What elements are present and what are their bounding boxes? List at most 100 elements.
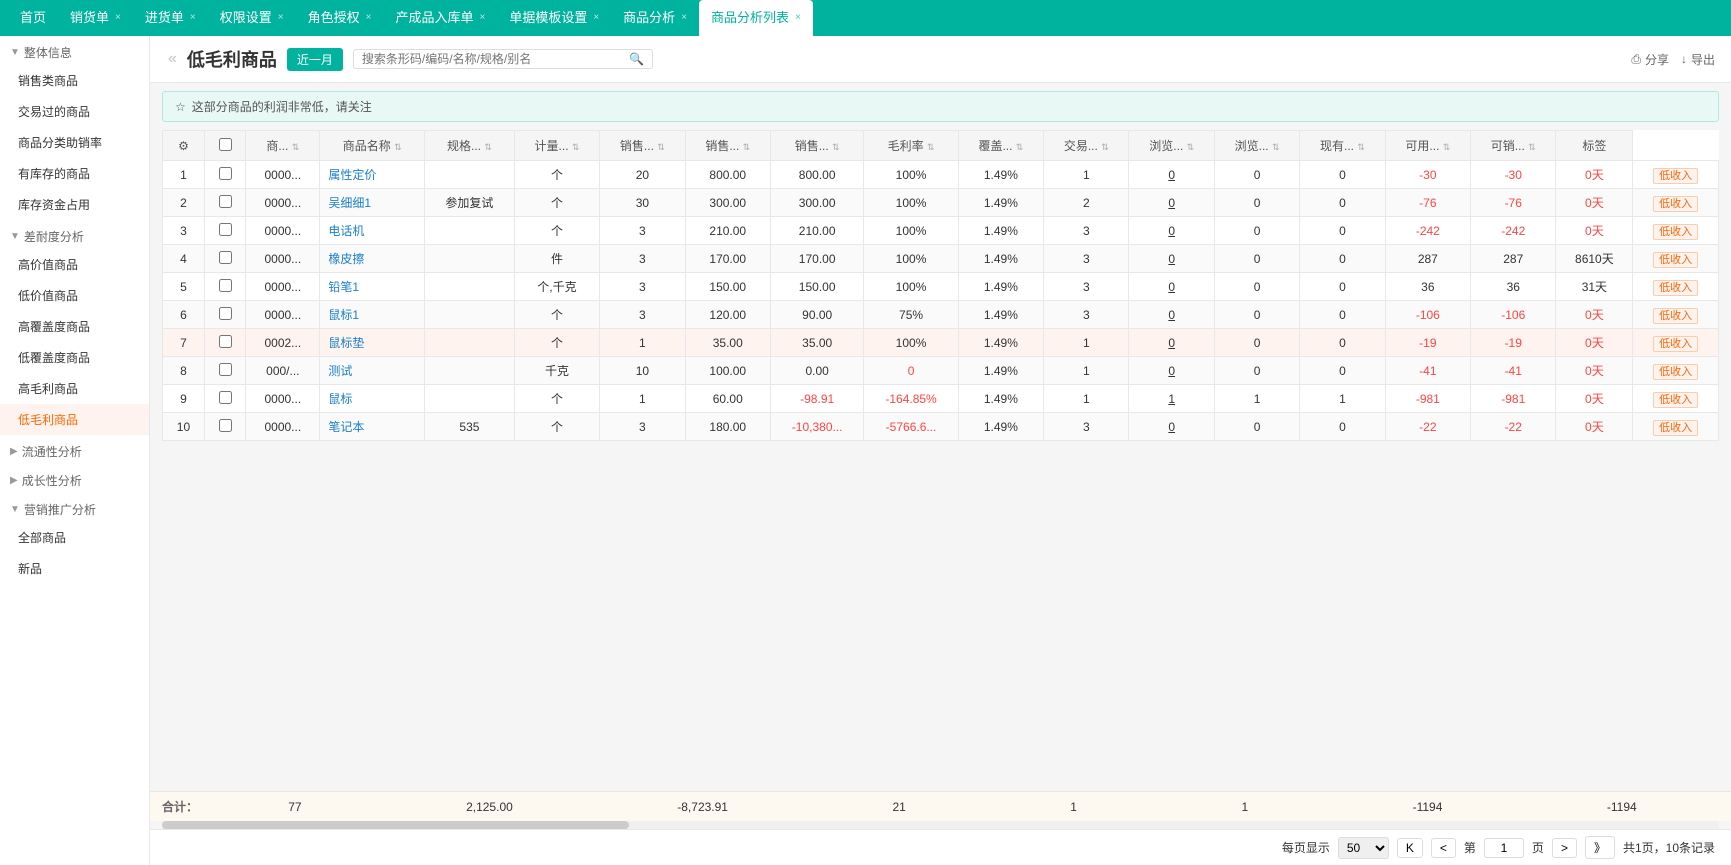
- first-page-btn[interactable]: K: [1397, 838, 1423, 858]
- sidebar-item-high-coverage[interactable]: 高覆盖度商品: [0, 311, 149, 342]
- sidebar-collapse-btn[interactable]: «: [168, 50, 177, 68]
- row-name[interactable]: 鼠标垫: [320, 329, 425, 357]
- next-page-btn[interactable]: >: [1552, 838, 1577, 858]
- current-page-input[interactable]: [1484, 838, 1524, 858]
- row-name[interactable]: 属性定价: [320, 161, 425, 189]
- main-layout: ▼ 整体信息 销售类商品 交易过的商品 商品分类助销率 有库存的商品 库存资金占…: [0, 36, 1731, 865]
- page-size-select[interactable]: 50 100 200: [1338, 837, 1389, 859]
- row-name[interactable]: 鼠标1: [320, 301, 425, 329]
- col-current-header[interactable]: 现有... ⇅: [1300, 131, 1385, 161]
- col-browse2-header[interactable]: 浏览... ⇅: [1214, 131, 1299, 161]
- collapse-elasticity-icon[interactable]: ▼: [10, 231, 20, 242]
- sidebar-item-high-value[interactable]: 高价值商品: [0, 249, 149, 280]
- sidebar-item-inventory-products[interactable]: 有库存的商品: [0, 158, 149, 189]
- row-coverage: 3: [1044, 301, 1129, 329]
- sidebar-item-category-rate[interactable]: 商品分类助销率: [0, 127, 149, 158]
- row-name[interactable]: 吴细细1: [320, 189, 425, 217]
- row-browse2: 0: [1300, 217, 1385, 245]
- footer-current: -1194: [1413, 800, 1443, 814]
- sidebar-item-all-products[interactable]: 全部商品: [0, 522, 149, 553]
- col-transaction-header[interactable]: 交易... ⇅: [1044, 131, 1129, 161]
- row-checkbox[interactable]: [204, 161, 245, 189]
- nav-close-product-entry[interactable]: ×: [479, 0, 485, 36]
- col-name-header[interactable]: 商品名称 ⇅: [320, 131, 425, 161]
- row-checkbox[interactable]: [204, 357, 245, 385]
- col-margin-header[interactable]: 毛利率 ⇅: [864, 131, 958, 161]
- nav-close-product-analysis[interactable]: ×: [681, 0, 687, 36]
- time-filter-button[interactable]: 近一月: [287, 48, 343, 71]
- col-unit-header[interactable]: 计量... ⇅: [514, 131, 599, 161]
- col-spec-header[interactable]: 规格... ⇅: [425, 131, 515, 161]
- col-tag-header[interactable]: 标签: [1556, 131, 1633, 161]
- row-name[interactable]: 铅笔1: [320, 273, 425, 301]
- col-sellable-header[interactable]: 可销... ⇅: [1471, 131, 1556, 161]
- row-available: -981: [1471, 385, 1556, 413]
- nav-product-analysis-list[interactable]: 商品分析列表 ×: [699, 0, 813, 36]
- col-amount-header[interactable]: 销售... ⇅: [685, 131, 770, 161]
- table-container[interactable]: ⚙ 商... ⇅ 商品名称 ⇅ 规格... ⇅ 计量... ⇅ 销售... ⇅ …: [150, 130, 1731, 791]
- sidebar-item-low-value[interactable]: 低价值商品: [0, 280, 149, 311]
- sidebar-item-high-margin[interactable]: 高毛利商品: [0, 373, 149, 404]
- export-button[interactable]: ↓ 导出: [1681, 51, 1715, 68]
- nav-template[interactable]: 单据模板设置 ×: [497, 0, 611, 36]
- row-checkbox[interactable]: [204, 189, 245, 217]
- col-coverage-header[interactable]: 覆盖... ⇅: [958, 131, 1043, 161]
- row-name[interactable]: 电话机: [320, 217, 425, 245]
- search-input[interactable]: [362, 52, 623, 66]
- row-checkbox[interactable]: [204, 413, 245, 441]
- nav-product-analysis[interactable]: 商品分析 ×: [611, 0, 699, 36]
- col-profit-header[interactable]: 销售... ⇅: [770, 131, 863, 161]
- row-checkbox[interactable]: [204, 329, 245, 357]
- horizontal-scrollbar[interactable]: [162, 821, 1719, 829]
- col-available-header[interactable]: 可用... ⇅: [1385, 131, 1470, 161]
- sidebar-item-traded-products[interactable]: 交易过的商品: [0, 96, 149, 127]
- row-checkbox[interactable]: [204, 273, 245, 301]
- prev-page-btn[interactable]: <: [1431, 838, 1456, 858]
- footer-qty: 77: [288, 800, 301, 814]
- row-checkbox[interactable]: [204, 245, 245, 273]
- nav-close-purchase[interactable]: ×: [190, 0, 196, 36]
- page-label: 页: [1532, 839, 1544, 856]
- nav-close-product-analysis-list[interactable]: ×: [795, 0, 801, 36]
- row-name[interactable]: 测试: [320, 357, 425, 385]
- nav-product-entry[interactable]: 产成品入库单 ×: [383, 0, 497, 36]
- col-code-header[interactable]: 商... ⇅: [246, 131, 320, 161]
- share-button[interactable]: ⎙ 分享: [1631, 51, 1669, 68]
- sidebar-item-low-margin[interactable]: 低毛利商品: [0, 404, 149, 435]
- col-qty-header[interactable]: 销售... ⇅: [600, 131, 685, 161]
- row-checkbox[interactable]: [204, 217, 245, 245]
- sidebar-item-inventory-capital[interactable]: 库存资金占用: [0, 189, 149, 220]
- nav-home[interactable]: 首页: [8, 0, 58, 36]
- row-name[interactable]: 鼠标: [320, 385, 425, 413]
- row-name[interactable]: 橡皮擦: [320, 245, 425, 273]
- row-browse1: 0: [1214, 217, 1299, 245]
- collapse-liquidity-icon[interactable]: ▶: [10, 446, 18, 457]
- row-name[interactable]: 笔记本: [320, 413, 425, 441]
- sidebar-item-new-products[interactable]: 新品: [0, 553, 149, 584]
- nav-close-roles[interactable]: ×: [366, 0, 372, 36]
- row-browse1: 0: [1214, 245, 1299, 273]
- nav-close-template[interactable]: ×: [593, 0, 599, 36]
- collapse-growth-icon[interactable]: ▶: [10, 475, 18, 486]
- sidebar-group-growth[interactable]: ▶ 成长性分析: [0, 464, 149, 493]
- nav-close-permissions[interactable]: ×: [278, 0, 284, 36]
- search-icon[interactable]: 🔍: [629, 52, 644, 66]
- nav-purchase[interactable]: 进货单 ×: [133, 0, 208, 36]
- collapse-marketing-icon[interactable]: ▼: [10, 504, 20, 515]
- row-checkbox[interactable]: [204, 301, 245, 329]
- nav-sales[interactable]: 销货单 ×: [58, 0, 133, 36]
- col-settings[interactable]: ⚙: [163, 131, 205, 161]
- last-page-btn[interactable]: 》: [1585, 836, 1615, 859]
- page-size-label: 每页显示: [1282, 839, 1330, 856]
- collapse-overall-icon[interactable]: ▼: [10, 47, 20, 58]
- col-browse1-header[interactable]: 浏览... ⇅: [1129, 131, 1214, 161]
- nav-close-sales[interactable]: ×: [115, 0, 121, 36]
- col-checkbox-all[interactable]: [204, 131, 245, 161]
- sidebar-group-liquidity[interactable]: ▶ 流通性分析: [0, 435, 149, 464]
- nav-roles[interactable]: 角色授权 ×: [296, 0, 384, 36]
- nav-permissions[interactable]: 权限设置 ×: [208, 0, 296, 36]
- row-checkbox[interactable]: [204, 385, 245, 413]
- sidebar-item-sales-products[interactable]: 销售类商品: [0, 65, 149, 96]
- sidebar-item-low-coverage[interactable]: 低覆盖度商品: [0, 342, 149, 373]
- scrollbar-thumb[interactable]: [162, 821, 629, 829]
